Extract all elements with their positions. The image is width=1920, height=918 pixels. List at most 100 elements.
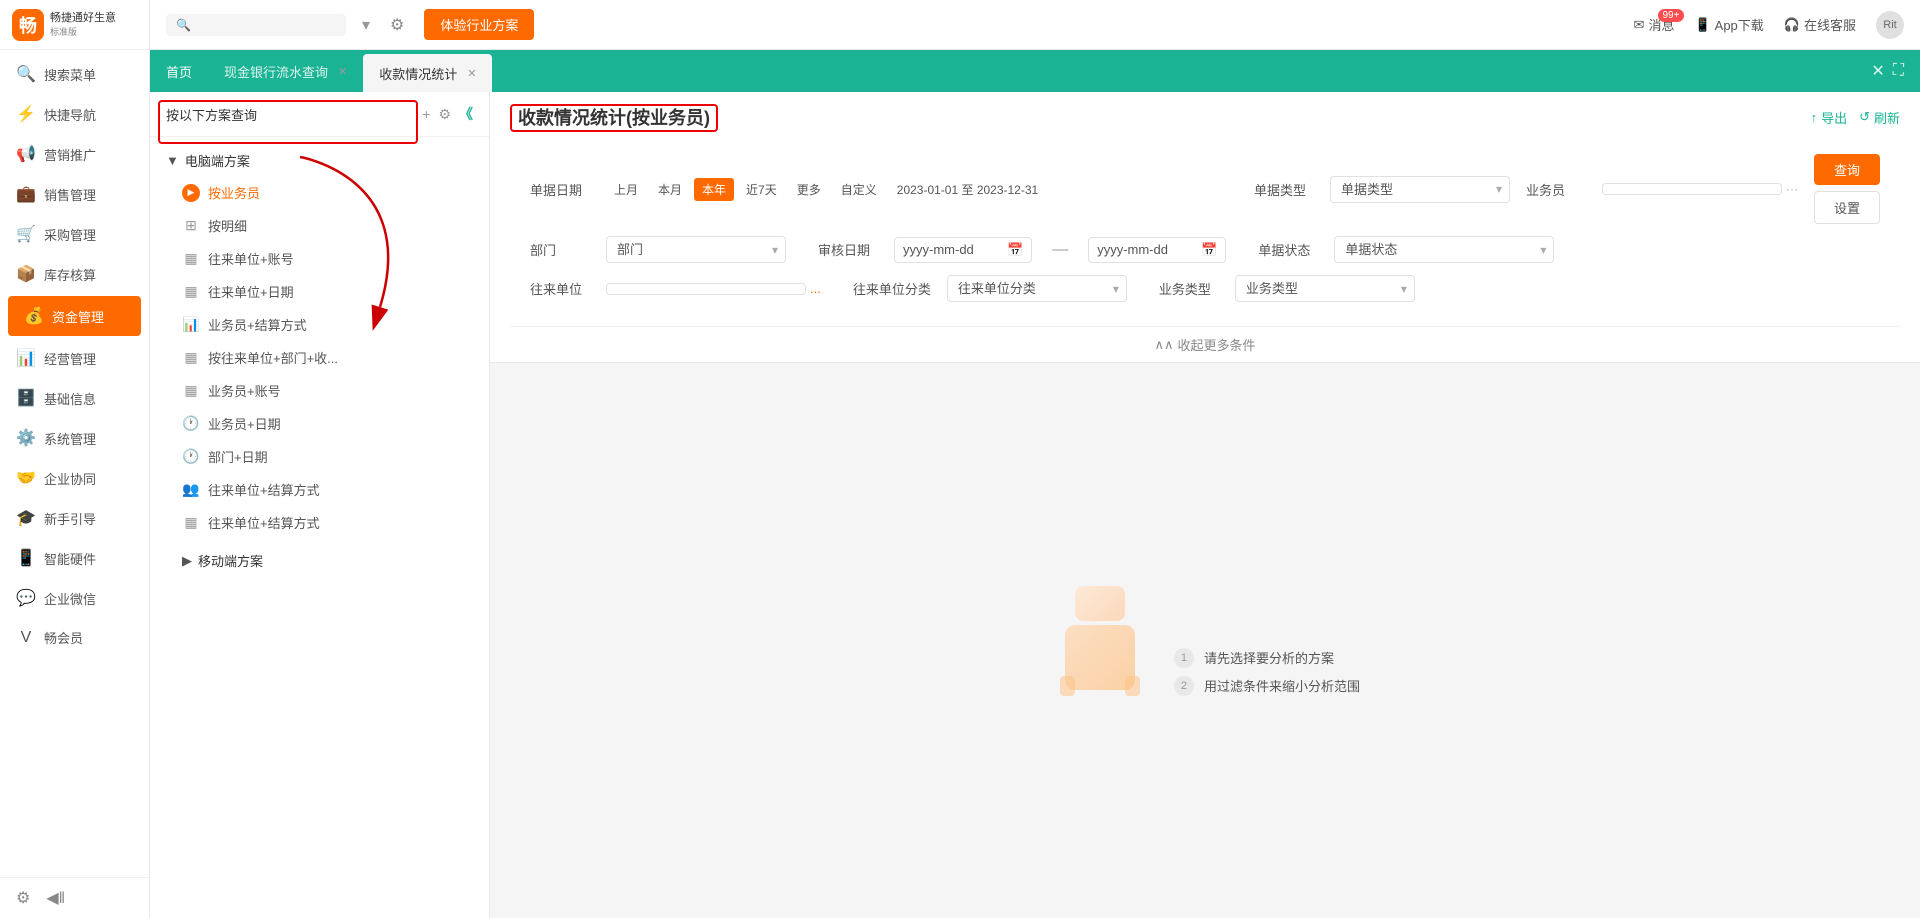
sidebar-item-base[interactable]: 🗄️ 基础信息 <box>0 378 149 418</box>
sidebar-item-finance[interactable]: 💰 资金管理 <box>8 296 141 336</box>
scheme-item-staff-payment[interactable]: 📊 业务员+结算方式 <box>150 308 489 341</box>
review-date-end[interactable]: yyyy-mm-dd <box>1097 242 1197 257</box>
query-button[interactable]: 查询 <box>1814 154 1880 185</box>
mobile-group-header[interactable]: ▶ 移动端方案 <box>166 545 473 576</box>
sidebar-item-guide[interactable]: 🎓 新手引导 <box>0 498 149 538</box>
sidebar-item-sales[interactable]: 💼 销售管理 <box>0 174 149 214</box>
tab-bank[interactable]: 现金银行流水查询 ✕ <box>208 50 363 92</box>
sidebar-item-ops[interactable]: 📊 经营管理 <box>0 338 149 378</box>
add-scheme-btn[interactable]: + <box>422 106 430 122</box>
topbar: 🔍 ▾ ⚙ 体验行业方案 ✉ 消息 99+ 📱 App下载 🎧 在线客服 Rit <box>150 0 1920 50</box>
user-avatar[interactable]: Rit <box>1876 11 1904 39</box>
collapse-panel-btn[interactable]: 《 <box>459 104 473 124</box>
quicknav-icon: ⚡ <box>16 104 36 124</box>
step-2-num: 2 <box>1174 676 1194 696</box>
desktop-group-header[interactable]: ▼ 电脑端方案 <box>150 145 489 176</box>
settings-footer-icon[interactable]: ⚙ <box>16 888 30 908</box>
filter-action-buttons: 查询 设置 <box>1814 154 1880 224</box>
scheme-item-unit-payment1[interactable]: 👥 往来单位+结算方式 <box>150 473 489 506</box>
scheme-item-by-detail[interactable]: ⊞ 按明细 <box>150 209 489 242</box>
desktop-group-arrow: ▼ <box>166 153 179 168</box>
mobile-group-arrow: ▶ <box>182 553 192 569</box>
unit-label: 往来单位 <box>530 279 590 298</box>
empty-robot-illustration <box>1050 586 1150 696</box>
left-panel: 按以下方案查询 + ⚙ 《 ▼ <box>150 92 490 918</box>
topbar-dropdown-icon[interactable]: ▾ <box>362 15 370 35</box>
biz-type-label: 业务类型 <box>1159 279 1219 298</box>
review-date-start[interactable]: yyyy-mm-dd <box>903 242 1003 257</box>
tab-collection[interactable]: 收款情况统计 ✕ <box>363 54 492 92</box>
sidebar-footer: ⚙ ◀‖ <box>0 877 149 918</box>
sidebar-item-purchase[interactable]: 🛒 采购管理 <box>0 214 149 254</box>
date-tab-thisyear[interactable]: 本年 <box>694 178 734 201</box>
collapse-footer-icon[interactable]: ◀‖ <box>46 888 65 908</box>
wechat-icon: 💬 <box>16 588 36 608</box>
tab-collection-close[interactable]: ✕ <box>467 67 476 80</box>
topbar-online-service[interactable]: 🎧 在线客服 <box>1784 15 1856 34</box>
scheme-item-by-staff[interactable]: ▶ 按业务员 <box>150 176 489 209</box>
unit-category-select[interactable]: 往来单位分类 <box>947 275 1127 302</box>
empty-step-2: 2 用过滤条件来缩小分析范围 <box>1174 676 1360 696</box>
staff-input[interactable] <box>1602 183 1782 195</box>
topbar-app-download[interactable]: 📱 App下载 <box>1694 15 1763 34</box>
sidebar-item-marketing[interactable]: 📢 营销推广 <box>0 134 149 174</box>
collapse-bar[interactable]: ∧∧ 收起更多条件 <box>510 326 1900 362</box>
right-panel: 收款情况统计(按业务员) ↑ 导出 ↺ 刷新 <box>490 92 1920 918</box>
scheme-item-unit-dept[interactable]: ▦ 按往来单位+部门+收... <box>150 341 489 374</box>
unit-category-label: 往来单位分类 <box>853 279 931 298</box>
scheme-item-unit-payment2[interactable]: ▦ 往来单位+结算方式 <box>150 506 489 539</box>
sidebar-item-member[interactable]: V 畅会员 <box>0 618 149 657</box>
empty-steps: 1 请先选择要分析的方案 2 用过滤条件来缩小分析范围 <box>1174 648 1360 696</box>
tabbar-close-icon[interactable]: ✕ <box>1871 61 1884 81</box>
tab-home[interactable]: 首页 <box>150 50 208 92</box>
topbar-search-box[interactable]: 🔍 <box>166 14 346 36</box>
message-badge: 99+ <box>1658 9 1685 22</box>
scheme-item-unit-account[interactable]: ▦ 往来单位+账号 <box>150 242 489 275</box>
voucher-status-label: 单据状态 <box>1258 240 1318 259</box>
scheme-item-staff-date[interactable]: 🕐 业务员+日期 <box>150 407 489 440</box>
voucher-type-select[interactable]: 单据类型 <box>1330 176 1510 203</box>
unit-payment1-icon: 👥 <box>182 481 200 498</box>
tab-bank-close[interactable]: ✕ <box>338 65 347 78</box>
unit-input[interactable] <box>606 283 806 295</box>
biz-type-select[interactable]: 业务类型 <box>1235 275 1415 302</box>
set-button[interactable]: 设置 <box>1814 191 1880 224</box>
date-tab-more[interactable]: 更多 <box>789 178 829 201</box>
topbar-messages[interactable]: ✉ 消息 99+ <box>1634 15 1675 34</box>
sidebar-item-corp[interactable]: 🤝 企业协同 <box>0 458 149 498</box>
tabbar-expand-icon[interactable]: ⛶ <box>1893 62 1904 80</box>
sidebar-item-inventory[interactable]: 📦 库存核算 <box>0 254 149 294</box>
sidebar-item-hardware[interactable]: 📱 智能硬件 <box>0 538 149 578</box>
sidebar: 畅 畅捷通好生意 标准版 🔍 搜索菜单 ⚡ 快捷导航 📢 营销推广 💼 销售管理… <box>0 0 150 918</box>
mobile-scheme-group: ▶ 移动端方案 <box>150 539 489 582</box>
dept-select[interactable]: 部门 <box>606 236 786 263</box>
scheme-settings-btn[interactable]: ⚙ <box>438 106 451 123</box>
date-tab-lastmonth[interactable]: 上月 <box>606 178 646 201</box>
staff-more-icon[interactable]: ··· <box>1786 182 1798 196</box>
page-header: 收款情况统计(按业务员) ↑ 导出 ↺ 刷新 <box>490 92 1920 363</box>
sidebar-item-quicknav[interactable]: ⚡ 快捷导航 <box>0 94 149 134</box>
system-icon: ⚙️ <box>16 428 36 448</box>
trial-button[interactable]: 体验行业方案 <box>424 9 534 40</box>
scheme-item-dept-date[interactable]: 🕐 部门+日期 <box>150 440 489 473</box>
step-1-text: 请先选择要分析的方案 <box>1204 648 1334 667</box>
voucher-status-select[interactable]: 单据状态 <box>1334 236 1554 263</box>
scheme-item-unit-date[interactable]: ▦ 往来单位+日期 <box>150 275 489 308</box>
date-tab-custom[interactable]: 自定义 <box>833 178 885 201</box>
sidebar-item-search[interactable]: 🔍 搜索菜单 <box>0 54 149 94</box>
sidebar-item-wechat[interactable]: 💬 企业微信 <box>0 578 149 618</box>
date-tab-thismonth[interactable]: 本月 <box>650 178 690 201</box>
scheme-item-staff-account[interactable]: ▦ 业务员+账号 <box>150 374 489 407</box>
review-date-end-wrap: yyyy-mm-dd 📅 <box>1088 237 1226 263</box>
unit-input-wrap: ... <box>606 281 821 296</box>
export-button[interactable]: ↑ 导出 <box>1811 108 1848 127</box>
date-tab-7days[interactable]: 近7天 <box>738 178 785 201</box>
data-area: 1 请先选择要分析的方案 2 用过滤条件来缩小分析范围 <box>490 363 1920 918</box>
dept-date-icon: 🕐 <box>182 448 200 465</box>
topbar-gear-icon[interactable]: ⚙ <box>390 15 404 35</box>
refresh-button[interactable]: ↺ 刷新 <box>1859 108 1900 127</box>
sidebar-item-system[interactable]: ⚙️ 系统管理 <box>0 418 149 458</box>
unit-more-btn[interactable]: ... <box>810 281 821 296</box>
step-2-text: 用过滤条件来缩小分析范围 <box>1204 676 1360 695</box>
hardware-icon: 📱 <box>16 548 36 568</box>
